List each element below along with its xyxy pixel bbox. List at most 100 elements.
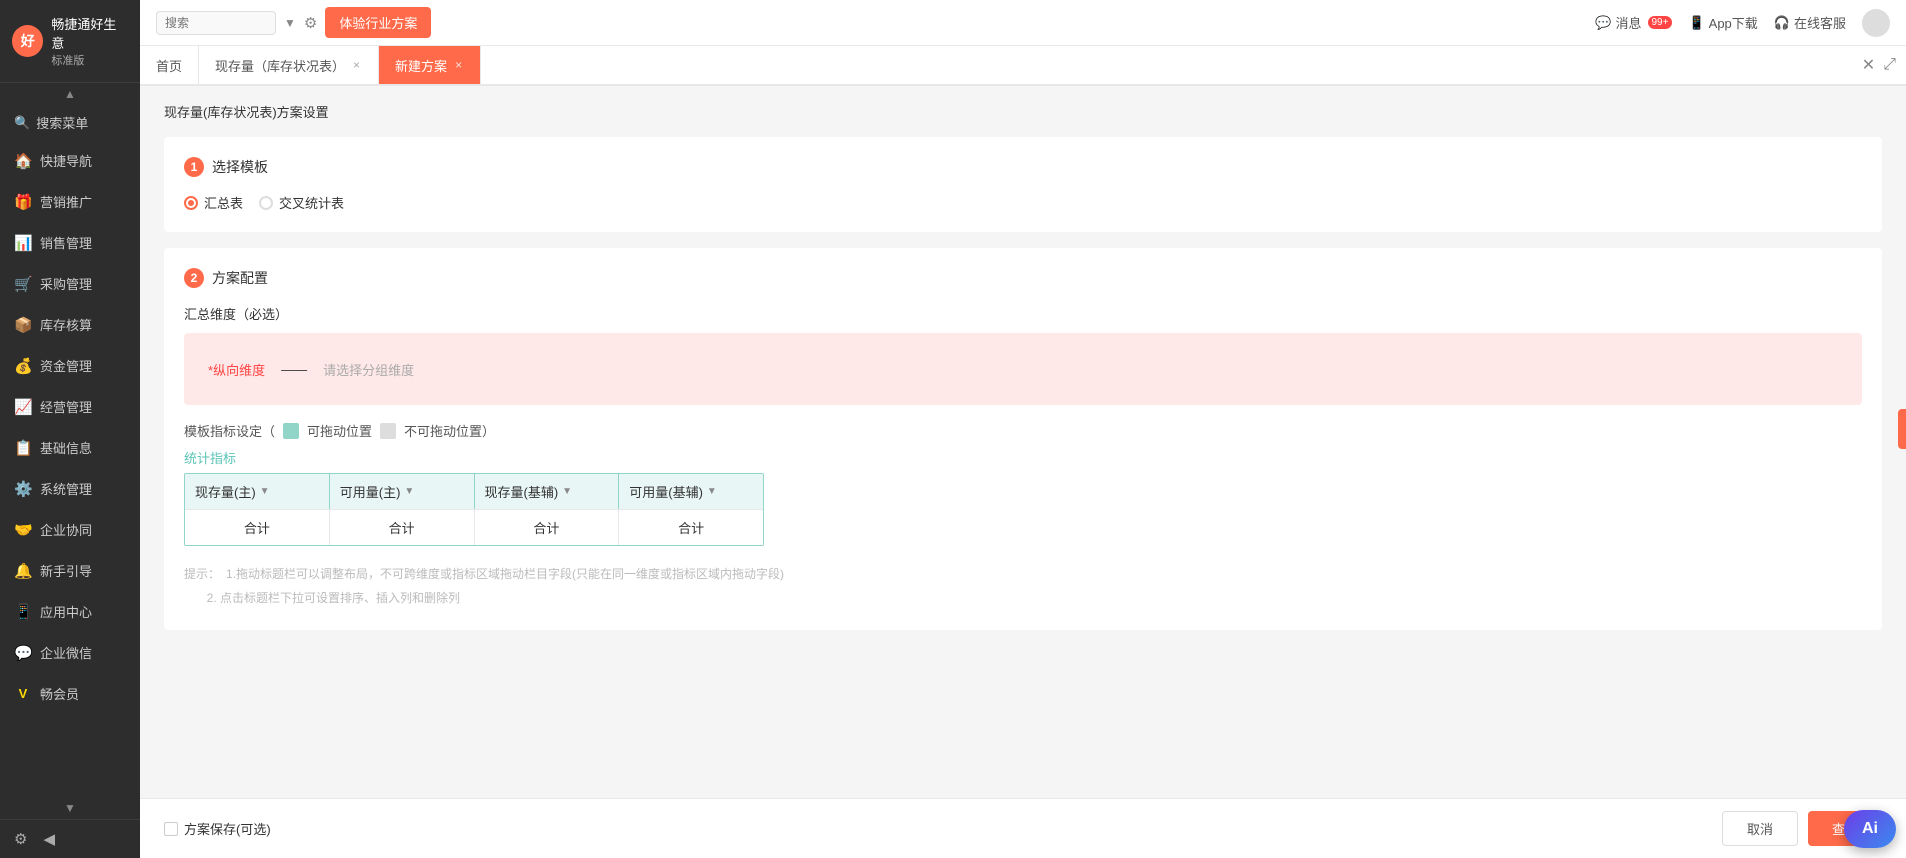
indicator-settings: 模板指标设定（ 可拖动位置 不可拖动位置） 统计指标 现存量(主) ▼ bbox=[184, 421, 1862, 546]
topbar: ▼ ⚙ 体验行业方案 💬 消息 99+ 📱 App下载 🎧 在线客服 bbox=[140, 0, 1906, 46]
vip-icon: V bbox=[14, 686, 32, 701]
sidebar-nav: 🔍 搜索菜单 🏠 快捷导航 🎁 营销推广 📊 销售管理 🛒 采购管理 📦 库存核… bbox=[0, 105, 140, 797]
col4-header[interactable]: 可用量(基辅) ▼ bbox=[619, 474, 763, 509]
ai-bubble[interactable]: Ai bbox=[1844, 810, 1896, 848]
indicator-table: 现存量(主) ▼ 可用量(主) ▼ 现存量(基辅) ▼ 可用量(基辅) bbox=[184, 473, 764, 546]
basic-icon: 📋 bbox=[14, 439, 32, 457]
sidebar-item-basic[interactable]: 📋 基础信息 bbox=[0, 427, 140, 468]
step2-header: 2 方案配置 bbox=[184, 268, 1862, 288]
sidebar-item-enterprise-wechat[interactable]: 💬 企业微信 bbox=[0, 632, 140, 673]
template-radio-group: 汇总表 交叉统计表 bbox=[184, 193, 1862, 212]
tabbar: 首页 现存量（库存状况表） × 新建方案 × ✕ ⤢ bbox=[140, 46, 1906, 86]
draggable-badge bbox=[283, 423, 299, 439]
sidebar-item-quick-nav[interactable]: 🏠 快捷导航 bbox=[0, 140, 140, 181]
radio-crosstab[interactable]: 交叉统计表 bbox=[259, 193, 344, 212]
tabbar-close-button[interactable]: ✕ bbox=[1862, 55, 1875, 75]
wechat-icon: 💬 bbox=[14, 644, 32, 662]
cancel-button[interactable]: 取消 bbox=[1722, 811, 1798, 846]
gift-icon: 🎁 bbox=[14, 193, 32, 211]
col1-header[interactable]: 现存量(主) ▼ bbox=[185, 474, 330, 509]
topbar-left: ▼ ⚙ 体验行业方案 bbox=[156, 7, 431, 38]
sidebar-scroll-up[interactable]: ▲ bbox=[0, 83, 140, 105]
col1-cell: 合计 bbox=[185, 509, 330, 545]
col3-cell: 合计 bbox=[475, 509, 620, 545]
step1-badge: 1 bbox=[184, 157, 204, 177]
col3-header[interactable]: 现存量(基辅) ▼ bbox=[475, 474, 620, 509]
sidebar-item-app-center[interactable]: 📱 应用中心 bbox=[0, 591, 140, 632]
experience-button[interactable]: 体验行业方案 bbox=[325, 7, 431, 38]
col2-header[interactable]: 可用量(主) ▼ bbox=[330, 474, 475, 509]
sidebar-item-vip[interactable]: V 畅会员 bbox=[0, 673, 140, 714]
tab-inventory-status[interactable]: 现存量（库存状况表） × bbox=[199, 46, 379, 84]
radio-summary-circle bbox=[184, 196, 198, 210]
indicator-table-header: 现存量(主) ▼ 可用量(主) ▼ 现存量(基辅) ▼ 可用量(基辅) bbox=[185, 474, 763, 509]
sidebar-item-cooperation[interactable]: 🤝 企业协同 bbox=[0, 509, 140, 550]
home-icon: 🏠 bbox=[14, 152, 32, 170]
sidebar-logo: 好 畅捷通好生意 标准版 bbox=[0, 0, 140, 83]
radio-summary[interactable]: 汇总表 bbox=[184, 193, 243, 212]
sidebar-item-guide[interactable]: 🔔 新手引导 bbox=[0, 550, 140, 591]
sidebar-collapse-icon[interactable]: ◀ bbox=[43, 830, 55, 848]
col2-cell: 合计 bbox=[330, 509, 475, 545]
tab-inventory-status-close[interactable]: × bbox=[351, 58, 362, 72]
topbar-right: 💬 消息 99+ 📱 App下载 🎧 在线客服 bbox=[1595, 9, 1890, 37]
topbar-app-download[interactable]: 📱 App下载 bbox=[1688, 13, 1757, 32]
search-input[interactable] bbox=[156, 11, 276, 35]
app-download-icon: 📱 bbox=[1688, 15, 1704, 31]
sidebar-item-business[interactable]: 📈 经营管理 bbox=[0, 386, 140, 427]
indicator-table-row: 合计 合计 合计 合计 bbox=[185, 509, 763, 545]
dimension-box[interactable]: *纵向维度 —— 请选择分组维度 bbox=[184, 333, 1862, 405]
sidebar-item-marketing[interactable]: 🎁 营销推广 bbox=[0, 181, 140, 222]
sidebar-item-search-menu[interactable]: 🔍 搜索菜单 bbox=[0, 105, 140, 140]
content-area: 现存量(库存状况表)方案设置 1 选择模板 汇总表 交叉统计表 bbox=[140, 86, 1906, 798]
sidebar-item-sales[interactable]: 📊 销售管理 bbox=[0, 222, 140, 263]
col4-cell: 合计 bbox=[619, 509, 763, 545]
message-icon: 💬 bbox=[1595, 15, 1611, 31]
finance-icon: 💰 bbox=[14, 357, 32, 375]
col2-chevron[interactable]: ▼ bbox=[404, 486, 414, 497]
cooperation-icon: 🤝 bbox=[14, 521, 32, 539]
page-title: 现存量(库存状况表)方案设置 bbox=[164, 102, 1882, 121]
step2-title: 方案配置 bbox=[212, 268, 268, 288]
dim-placeholder: 请选择分组维度 bbox=[323, 360, 414, 379]
topbar-gear-icon[interactable]: ⚙ bbox=[304, 14, 317, 32]
user-avatar[interactable] bbox=[1862, 9, 1890, 37]
sidebar-item-finance[interactable]: 💰 资金管理 bbox=[0, 345, 140, 386]
col1-chevron[interactable]: ▼ bbox=[260, 486, 270, 497]
business-icon: 📈 bbox=[14, 398, 32, 416]
col4-chevron[interactable]: ▼ bbox=[707, 486, 717, 497]
summary-dim-label: 汇总维度（必选） bbox=[184, 304, 1862, 323]
tab-new-plan[interactable]: 新建方案 × bbox=[379, 46, 481, 84]
tab-new-plan-close[interactable]: × bbox=[453, 58, 464, 72]
dropdown-icon[interactable]: ▼ bbox=[284, 16, 296, 30]
step1-header: 1 选择模板 bbox=[184, 157, 1862, 177]
sidebar-scroll-down[interactable]: ▼ bbox=[0, 797, 140, 819]
step1-title: 选择模板 bbox=[212, 157, 268, 177]
tabbar-expand-button[interactable]: ⤢ bbox=[1883, 56, 1896, 74]
sidebar-item-inventory[interactable]: 📦 库存核算 bbox=[0, 304, 140, 345]
sidebar-item-system[interactable]: ⚙️ 系统管理 bbox=[0, 468, 140, 509]
guide-icon: 🔔 bbox=[14, 562, 32, 580]
sidebar: 好 畅捷通好生意 标准版 ▲ 🔍 搜索菜单 🏠 快捷导航 🎁 营销推广 📊 销售… bbox=[0, 0, 140, 858]
main-area: ▼ ⚙ 体验行业方案 💬 消息 99+ 📱 App下载 🎧 在线客服 首页 bbox=[140, 0, 1906, 858]
system-icon: ⚙️ bbox=[14, 480, 32, 498]
topbar-message[interactable]: 💬 消息 99+ bbox=[1595, 13, 1672, 32]
statistics-label: 统计指标 bbox=[184, 451, 236, 466]
save-checkbox-label[interactable]: 方案保存(可选) bbox=[164, 819, 271, 838]
bottom-bar: 方案保存(可选) 取消 查询 bbox=[140, 798, 1906, 858]
step2-badge: 2 bbox=[184, 268, 204, 288]
sidebar-logo-text: 畅捷通好生意 标准版 bbox=[51, 14, 128, 68]
col3-chevron[interactable]: ▼ bbox=[562, 486, 572, 497]
side-drag-handle[interactable] bbox=[1898, 409, 1906, 449]
settings-icon[interactable]: ⚙ bbox=[14, 830, 27, 848]
save-checkbox[interactable] bbox=[164, 822, 178, 836]
dim-arrow: —— bbox=[281, 362, 307, 377]
tips-item-2: 2. 点击标题栏下拉可设置排序、插入列和删除列 bbox=[184, 586, 1862, 610]
topbar-online-service[interactable]: 🎧 在线客服 bbox=[1774, 13, 1846, 32]
tab-home[interactable]: 首页 bbox=[140, 46, 199, 84]
app-logo-icon: 好 bbox=[12, 25, 43, 57]
sidebar-item-purchase[interactable]: 🛒 采购管理 bbox=[0, 263, 140, 304]
app-icon: 📱 bbox=[14, 603, 32, 621]
tips-item-1: 提示： 1.拖动标题栏可以调整布局，不可跨维度或指标区域拖动栏目字段(只能在同一… bbox=[184, 562, 1862, 586]
tabbar-actions: ✕ ⤢ bbox=[1862, 55, 1906, 75]
